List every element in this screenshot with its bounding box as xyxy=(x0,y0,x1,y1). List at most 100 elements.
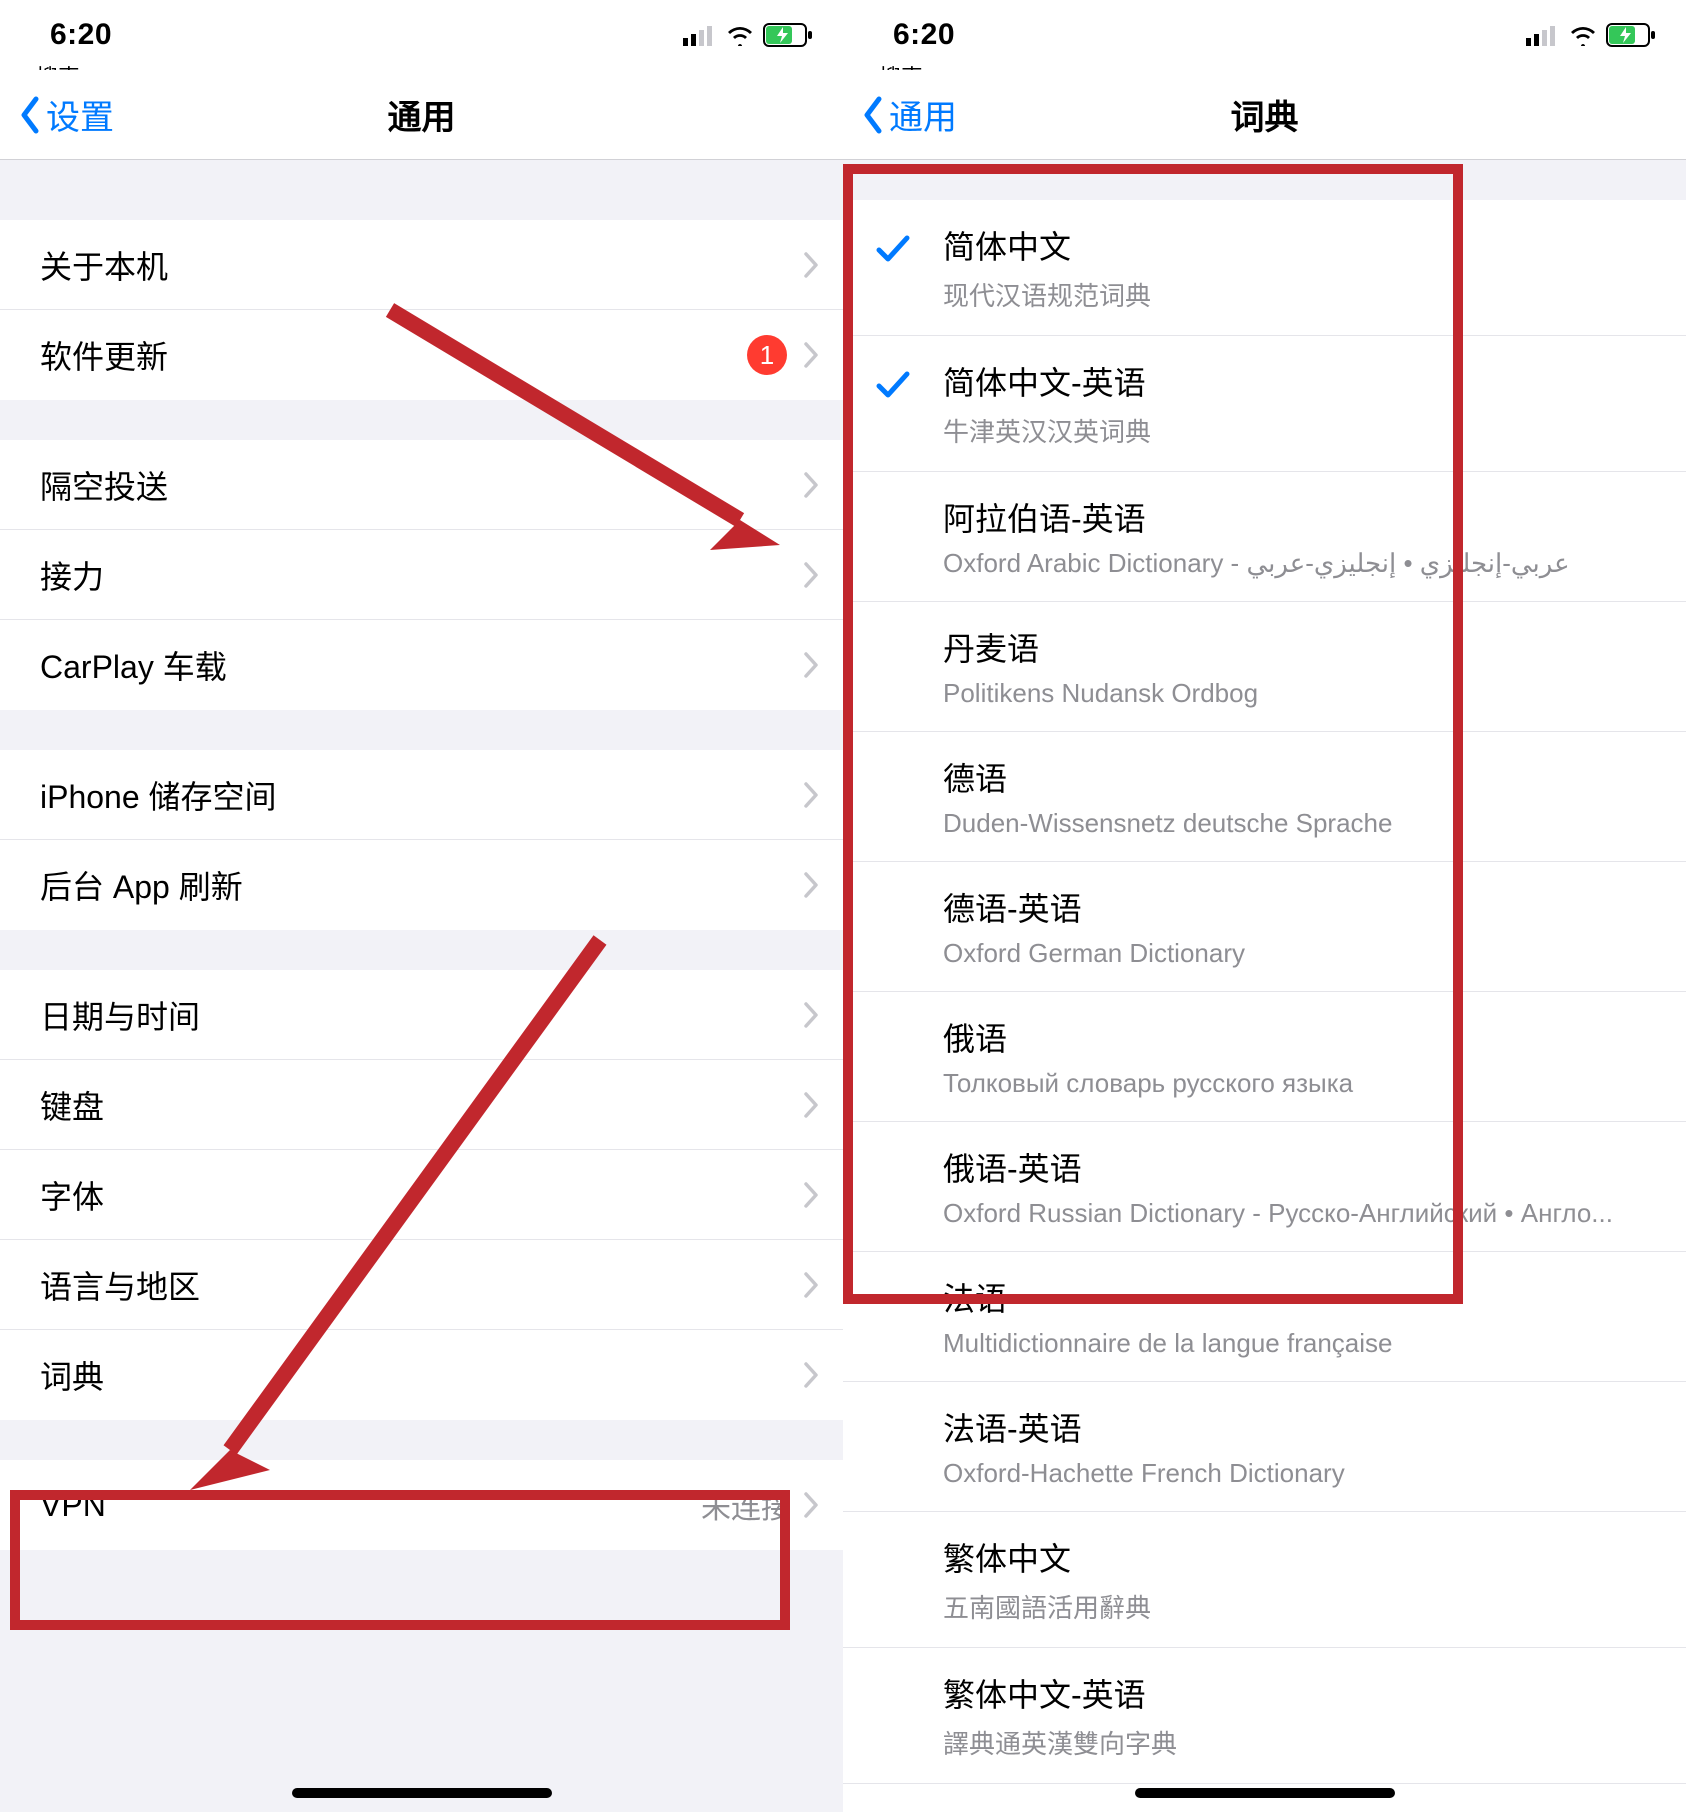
row-label: 词典 xyxy=(40,1352,803,1398)
dictionary-title: 简体中文 xyxy=(943,222,1662,268)
status-bar: 6:20 ◀ 搜索 xyxy=(843,0,1686,70)
row-label: 关于本机 xyxy=(40,242,803,288)
settings-row[interactable]: iPhone 储存空间 xyxy=(0,750,843,840)
chevron-right-icon xyxy=(803,651,819,679)
row-label: iPhone 储存空间 xyxy=(40,772,803,818)
chevron-right-icon xyxy=(803,1271,819,1299)
row-label: 语言与地区 xyxy=(40,1262,803,1308)
dictionary-title: 韩语 xyxy=(943,1806,1662,1812)
dictionary-row[interactable]: 繁体中文五南國語活用辭典 xyxy=(843,1512,1686,1648)
dictionary-subtitle: 牛津英汉汉英词典 xyxy=(943,412,1662,449)
settings-row[interactable]: 词典 xyxy=(0,1330,843,1420)
checkmark-icon xyxy=(843,624,943,630)
dictionary-subtitle: Multidictionnaire de la langue française xyxy=(943,1328,1662,1359)
chevron-right-icon xyxy=(803,1181,819,1209)
nav-back-button[interactable]: 设置 xyxy=(18,90,114,139)
row-label: 隔空投送 xyxy=(40,462,803,508)
dictionary-row[interactable]: 俄语-英语Oxford Russian Dictionary - Русско-… xyxy=(843,1122,1686,1252)
dictionary-title: 简体中文-英语 xyxy=(943,358,1662,404)
settings-row[interactable]: 键盘 xyxy=(0,1060,843,1150)
dictionary-title: 德语 xyxy=(943,754,1662,800)
checkmark-icon xyxy=(843,1144,943,1150)
settings-row[interactable]: VPN未连接 xyxy=(0,1460,843,1550)
checkmark-icon xyxy=(843,1670,943,1676)
dictionary-row[interactable]: 简体中文现代汉语规范词典 xyxy=(843,200,1686,336)
dictionary-title: 繁体中文-英语 xyxy=(943,1670,1662,1716)
nav-bar: 设置 通用 xyxy=(0,70,843,160)
dictionary-row[interactable]: 法语 Multidictionnaire de la langue françai… xyxy=(843,1252,1686,1382)
wifi-icon xyxy=(1568,24,1598,46)
chevron-left-icon xyxy=(861,95,885,135)
dictionary-subtitle: 现代汉语规范词典 xyxy=(943,276,1662,313)
dictionary-row[interactable]: 德语 Duden-Wissensnetz deutsche Sprache xyxy=(843,732,1686,862)
checkmark-icon xyxy=(843,1534,943,1540)
settings-row[interactable]: 关于本机 xyxy=(0,220,843,310)
status-time: 6:20 xyxy=(50,18,112,52)
row-label: 软件更新 xyxy=(40,332,747,378)
dictionary-title: 法语-英语 xyxy=(943,1404,1662,1450)
checkmark-icon xyxy=(843,222,943,268)
dictionary-row[interactable]: 阿拉伯语-英语 Oxford Arabic Dictionary - عربي-إ… xyxy=(843,472,1686,602)
dictionary-row[interactable]: 德语-英语Oxford German Dictionary xyxy=(843,862,1686,992)
settings-row[interactable]: 字体 xyxy=(0,1150,843,1240)
status-icons xyxy=(683,23,813,47)
row-label: 字体 xyxy=(40,1172,803,1218)
status-time: 6:20 xyxy=(893,18,955,52)
row-label: 接力 xyxy=(40,552,803,598)
chevron-right-icon xyxy=(803,471,819,499)
chevron-right-icon xyxy=(803,561,819,589)
settings-row[interactable]: 隔空投送 xyxy=(0,440,843,530)
checkmark-icon xyxy=(843,358,943,404)
status-icons xyxy=(1526,23,1656,47)
home-indicator xyxy=(292,1788,552,1798)
dictionary-subtitle: Oxford German Dictionary xyxy=(943,938,1662,969)
chevron-right-icon xyxy=(803,341,819,369)
settings-row[interactable]: 语言与地区 xyxy=(0,1240,843,1330)
nav-title: 词典 xyxy=(1231,90,1299,139)
dictionary-subtitle: Duden-Wissensnetz deutsche Sprache xyxy=(943,808,1662,839)
checkmark-icon xyxy=(843,884,943,890)
settings-row[interactable]: 后台 App 刷新 xyxy=(0,840,843,930)
nav-back-label: 通用 xyxy=(889,90,957,139)
dictionary-title: 俄语-英语 xyxy=(943,1144,1662,1190)
notification-badge: 1 xyxy=(747,335,787,375)
settings-row[interactable]: 日期与时间 xyxy=(0,970,843,1060)
status-bar: 6:20 ◀ 搜索 xyxy=(0,0,843,70)
dictionary-title: 法语 xyxy=(943,1274,1662,1320)
battery-icon xyxy=(763,23,813,47)
dictionary-subtitle: Oxford Arabic Dictionary - عربي-إنجليزي … xyxy=(943,548,1662,579)
dictionary-row[interactable]: 法语-英语 Oxford-Hachette French Dictionary xyxy=(843,1382,1686,1512)
dictionary-row[interactable]: 繁体中文-英语譯典通英漢雙向字典 xyxy=(843,1648,1686,1784)
nav-back-button[interactable]: 通用 xyxy=(861,90,957,139)
dictionary-title: 繁体中文 xyxy=(943,1534,1662,1580)
chevron-right-icon xyxy=(803,1491,819,1519)
nav-bar: 通用 词典 xyxy=(843,70,1686,160)
checkmark-icon xyxy=(843,1014,943,1020)
dictionary-title: 阿拉伯语-英语 xyxy=(943,494,1662,540)
dictionary-title: 丹麦语 xyxy=(943,624,1662,670)
cellular-icon xyxy=(1526,24,1560,46)
settings-row[interactable]: CarPlay 车载 xyxy=(0,620,843,710)
checkmark-icon xyxy=(843,1404,943,1410)
dictionary-row[interactable]: 简体中文-英语牛津英汉汉英词典 xyxy=(843,336,1686,472)
dictionary-row[interactable]: 丹麦语Politikens Nudansk Ordbog xyxy=(843,602,1686,732)
home-indicator xyxy=(1135,1788,1395,1798)
checkmark-icon xyxy=(843,754,943,760)
row-label: CarPlay 车载 xyxy=(40,642,803,688)
chevron-left-icon xyxy=(18,95,42,135)
chevron-right-icon xyxy=(803,871,819,899)
settings-row[interactable]: 软件更新1 xyxy=(0,310,843,400)
row-label: 日期与时间 xyxy=(40,992,803,1038)
row-label: 后台 App 刷新 xyxy=(40,862,803,908)
dictionary-row[interactable]: 俄语 Толковый словарь русского языка xyxy=(843,992,1686,1122)
dictionary-subtitle: Oxford-Hachette French Dictionary xyxy=(943,1458,1662,1489)
chevron-right-icon xyxy=(803,781,819,809)
checkmark-icon xyxy=(843,1806,943,1812)
checkmark-icon xyxy=(843,494,943,500)
dictionary-title: 俄语 xyxy=(943,1014,1662,1060)
wifi-icon xyxy=(725,24,755,46)
checkmark-icon xyxy=(843,1274,943,1280)
settings-row[interactable]: 接力 xyxy=(0,530,843,620)
dictionary-subtitle: Толковый словарь русского языка xyxy=(943,1068,1662,1099)
cellular-icon xyxy=(683,24,717,46)
